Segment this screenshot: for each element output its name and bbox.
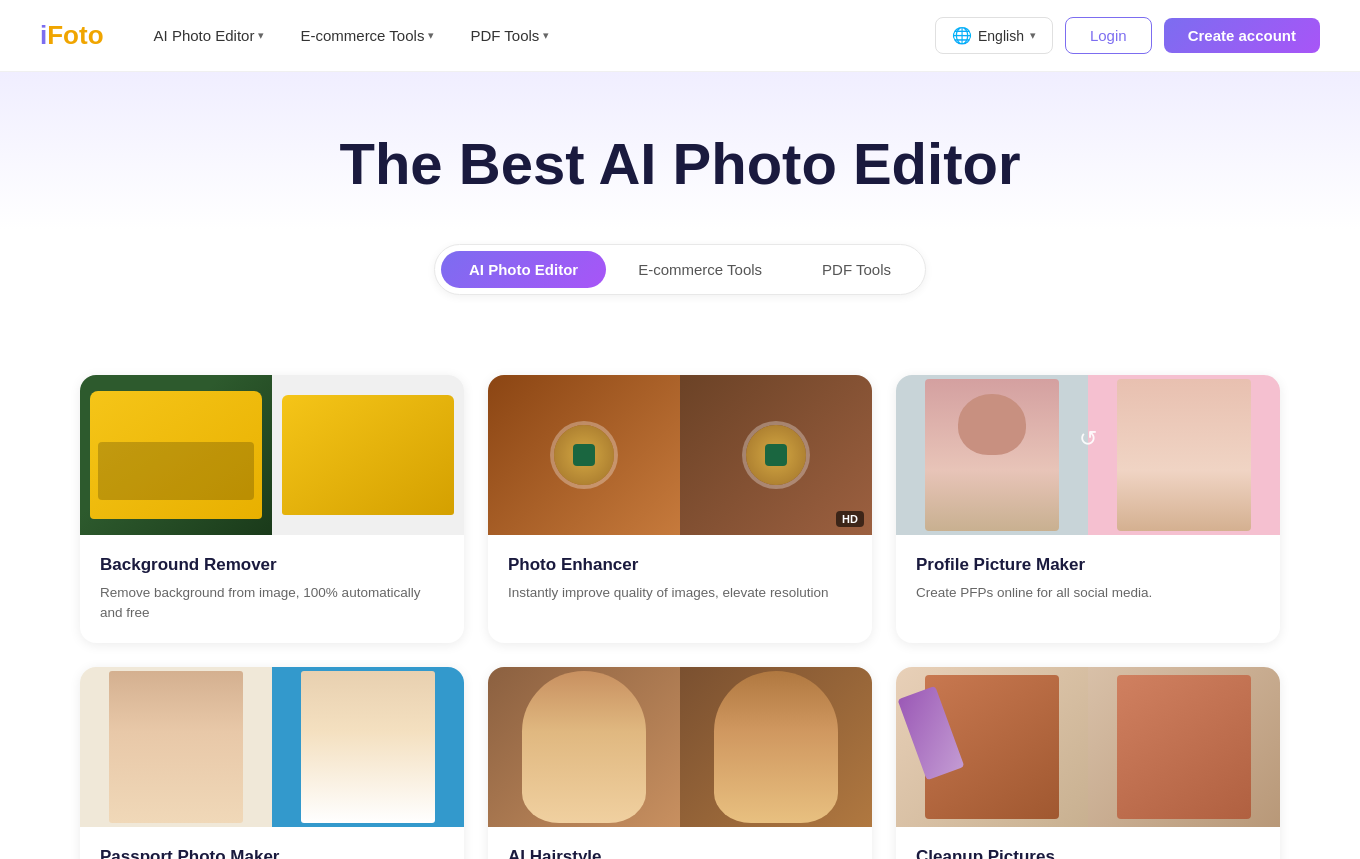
passport-person-after [301, 671, 435, 823]
hero-title: The Best AI Photo Editor [20, 132, 1340, 196]
card-image-profile-picture: ↺ [896, 375, 1280, 535]
chevron-down-icon: ▾ [1030, 29, 1036, 42]
card-image-cleanup [896, 667, 1280, 827]
nav-pdf-tools[interactable]: PDF Tools ▾ [456, 19, 563, 52]
card-content-photo-enhancer: Photo Enhancer Instantly improve quality… [488, 535, 872, 623]
card-title-photo-enhancer: Photo Enhancer [508, 555, 852, 575]
header-left: iFoto AI Photo Editor ▾ E-commerce Tools… [40, 19, 563, 52]
card-title-background-remover: Background Remover [100, 555, 444, 575]
tabs-container: AI Photo Editor E-commerce Tools PDF Too… [434, 244, 926, 295]
create-account-button[interactable]: Create account [1164, 18, 1320, 53]
nav-pdf-label: PDF Tools [470, 27, 539, 44]
card-background-remover[interactable]: Background Remover Remove background fro… [80, 375, 464, 644]
card-image-ai-hairstyle [488, 667, 872, 827]
header-right: 🌐 English ▾ Login Create account [935, 17, 1320, 54]
language-selector[interactable]: 🌐 English ▾ [935, 17, 1053, 54]
card-content-ai-hairstyle: AI Hairstyle Try on virtual hairstyles w… [488, 827, 872, 859]
image-panel-earring-after: HD [680, 375, 872, 535]
passport-person-before [109, 671, 243, 823]
card-image-background-remover [80, 375, 464, 535]
card-image-passport-photo [80, 667, 464, 827]
card-title-ai-hairstyle: AI Hairstyle [508, 847, 852, 859]
image-panel-earring-before [488, 375, 680, 535]
language-label: English [978, 28, 1024, 44]
card-image-photo-enhancer: HD [488, 375, 872, 535]
nav-ai-photo-editor-label: AI Photo Editor [154, 27, 255, 44]
card-cleanup-pictures[interactable]: Cleanup Pictures Remove unwanted objects… [896, 667, 1280, 859]
card-content-background-remover: Background Remover Remove background fro… [80, 535, 464, 644]
image-panel-passport-after [272, 667, 464, 827]
chevron-down-icon: ▾ [428, 29, 434, 42]
image-panel-profile-after [1088, 375, 1280, 535]
tab-ecommerce-tools[interactable]: E-commerce Tools [610, 251, 790, 288]
image-panel-profile-before [896, 375, 1088, 535]
tab-ai-photo-editor-label: AI Photo Editor [469, 261, 578, 278]
jacket-after [1117, 675, 1251, 819]
image-panel-cleanup-after [1088, 667, 1280, 827]
nav-ai-photo-editor[interactable]: AI Photo Editor ▾ [140, 19, 279, 52]
card-content-cleanup: Cleanup Pictures Remove unwanted objects… [896, 827, 1280, 859]
card-profile-picture-maker[interactable]: ↺ Profile Picture Maker Create PFPs onli… [896, 375, 1280, 644]
tab-ai-photo-editor[interactable]: AI Photo Editor [441, 251, 606, 288]
swap-arrow-icon: ↺ [1079, 426, 1097, 452]
car-after [282, 395, 455, 515]
nav-ecommerce-label: E-commerce Tools [300, 27, 424, 44]
chevron-down-icon: ▾ [543, 29, 549, 42]
car-before [90, 391, 263, 519]
card-ai-hairstyle[interactable]: AI Hairstyle Try on virtual hairstyles w… [488, 667, 872, 859]
login-button[interactable]: Login [1065, 17, 1152, 54]
tab-ecommerce-label: E-commerce Tools [638, 261, 762, 278]
tab-pdf-label: PDF Tools [822, 261, 891, 278]
profile-person-after [1117, 379, 1251, 531]
card-desc-background-remover: Remove background from image, 100% autom… [100, 583, 444, 624]
logo[interactable]: iFoto [40, 20, 104, 51]
earring-before [554, 425, 614, 485]
card-photo-enhancer[interactable]: HD Photo Enhancer Instantly improve qual… [488, 375, 872, 644]
cards-grid: Background Remover Remove background fro… [80, 375, 1280, 859]
jacket-before [925, 675, 1059, 819]
profile-person-before [925, 379, 1059, 531]
image-panel-hair-after [680, 667, 872, 827]
card-desc-profile-picture: Create PFPs online for all social media. [916, 583, 1260, 603]
image-panel-cleanup-before [896, 667, 1088, 827]
card-title-passport-photo: Passport Photo Maker [100, 847, 444, 859]
tab-pdf-tools[interactable]: PDF Tools [794, 251, 919, 288]
hero-section: The Best AI Photo Editor AI Photo Editor… [0, 72, 1360, 335]
image-panel-car-after [272, 375, 464, 535]
image-panel-passport-before [80, 667, 272, 827]
card-desc-photo-enhancer: Instantly improve quality of images, ele… [508, 583, 852, 603]
hd-badge: HD [836, 511, 864, 527]
earring-after [746, 425, 806, 485]
image-panel-hair-before [488, 667, 680, 827]
chevron-down-icon: ▾ [258, 29, 264, 42]
purple-swipe [898, 685, 965, 780]
logo-foto: Foto [47, 20, 103, 50]
header: iFoto AI Photo Editor ▾ E-commerce Tools… [0, 0, 1360, 72]
card-title-profile-picture: Profile Picture Maker [916, 555, 1260, 575]
hair-person-before [522, 671, 647, 823]
card-passport-photo-maker[interactable]: Passport Photo Maker Create passport pho… [80, 667, 464, 859]
nav-ecommerce-tools[interactable]: E-commerce Tools ▾ [286, 19, 448, 52]
hair-person-after [714, 671, 839, 823]
nav: AI Photo Editor ▾ E-commerce Tools ▾ PDF… [140, 19, 564, 52]
globe-icon: 🌐 [952, 26, 972, 45]
card-content-profile-picture: Profile Picture Maker Create PFPs online… [896, 535, 1280, 623]
card-content-passport-photo: Passport Photo Maker Create passport pho… [80, 827, 464, 859]
cards-section: Background Remover Remove background fro… [0, 335, 1360, 859]
image-panel-car-before [80, 375, 272, 535]
card-title-cleanup: Cleanup Pictures [916, 847, 1260, 859]
